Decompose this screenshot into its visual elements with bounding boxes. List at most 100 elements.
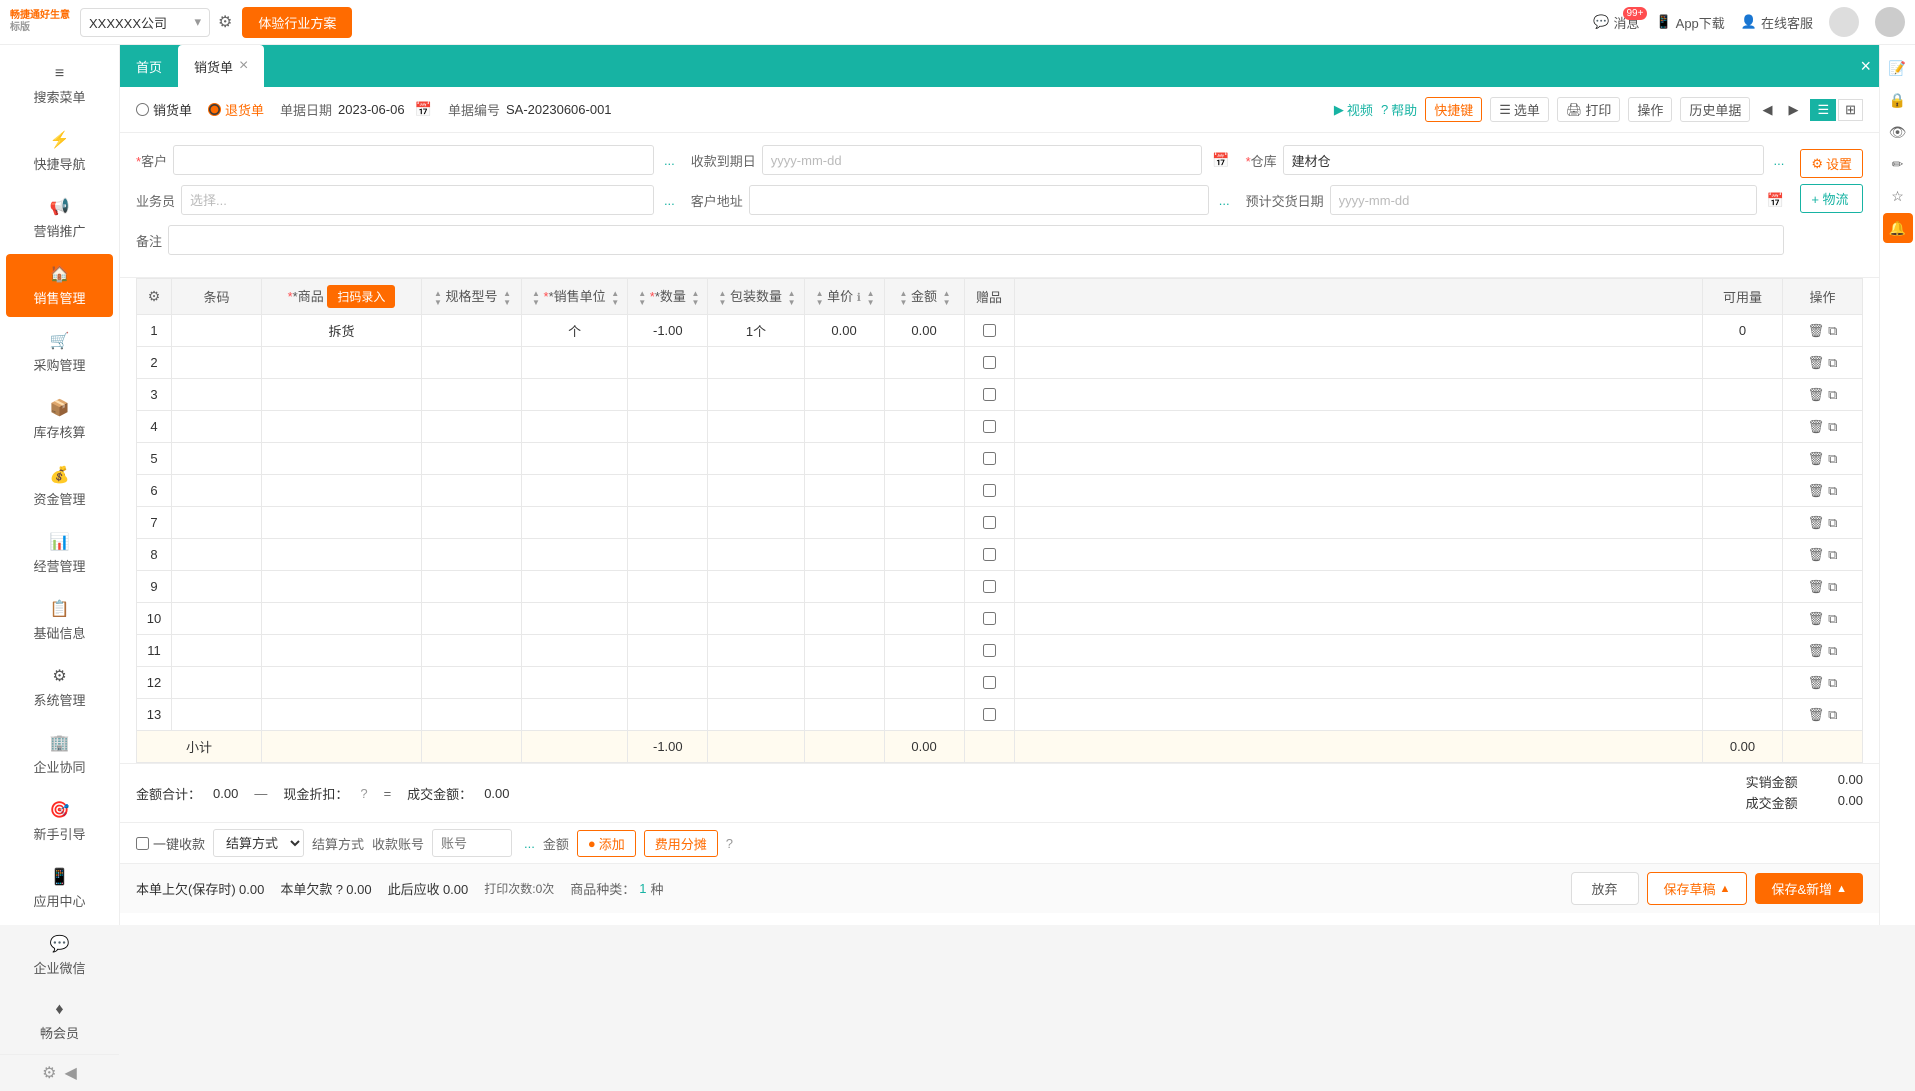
salesperson-ellipsis[interactable]: ... — [664, 193, 675, 208]
right-panel-lock-btn[interactable]: 🔒 — [1883, 85, 1913, 115]
delete-icon[interactable]: 🗑 — [1808, 419, 1825, 435]
view-grid-btn[interactable]: ⊞ — [1838, 99, 1863, 121]
calendar-icon[interactable]: 📅 — [415, 101, 432, 118]
customer-input[interactable] — [173, 145, 654, 175]
copy-icon[interactable]: ⧉ — [1828, 419, 1837, 435]
scan-btn[interactable]: 扫码录入 — [327, 285, 395, 308]
expected-date-calendar-icon[interactable]: 📅 — [1767, 192, 1784, 209]
one-click-payment-checkbox[interactable] — [136, 837, 149, 850]
delete-icon[interactable]: 🗑 — [1808, 579, 1825, 595]
account-input[interactable] — [432, 829, 512, 857]
row-barcode[interactable] — [172, 539, 262, 571]
copy-icon[interactable]: ⧉ — [1828, 707, 1837, 723]
copy-icon[interactable]: ⧉ — [1828, 579, 1837, 595]
company-select[interactable]: XXXXXX公司 ▾ — [80, 8, 210, 37]
row-price[interactable] — [804, 635, 884, 667]
row-qty[interactable] — [628, 635, 708, 667]
gift-checkbox[interactable] — [983, 324, 996, 337]
sidebar-item-sales-mgmt[interactable]: 🏠 销售管理 — [6, 254, 113, 317]
gift-checkbox[interactable] — [983, 388, 996, 401]
row-price[interactable] — [804, 539, 884, 571]
row-spec[interactable] — [422, 603, 522, 635]
sidebar-item-enterprise[interactable]: 🏢 企业协同 — [6, 723, 113, 786]
barcode-input[interactable] — [180, 483, 253, 498]
gift-checkbox[interactable] — [983, 548, 996, 561]
row-spec[interactable] — [422, 475, 522, 507]
help-link[interactable]: ? 帮助 — [1381, 100, 1417, 119]
barcode-input[interactable] — [180, 643, 253, 658]
row-price[interactable] — [804, 347, 884, 379]
one-click-payment-label[interactable]: 一键收款 — [136, 834, 205, 853]
row-gift[interactable] — [964, 443, 1014, 475]
row-spec[interactable] — [422, 411, 522, 443]
row-barcode[interactable] — [172, 411, 262, 443]
row-barcode[interactable] — [172, 699, 262, 731]
row-spec[interactable] — [422, 443, 522, 475]
customer-addr-input[interactable] — [749, 185, 1209, 215]
choose-btn[interactable]: ☰ 选单 — [1490, 97, 1549, 122]
copy-icon[interactable]: ⧉ — [1828, 355, 1837, 371]
row-barcode[interactable] — [172, 635, 262, 667]
row-spec[interactable] — [422, 315, 522, 347]
logistics-btn[interactable]: + 物流 — [1800, 184, 1863, 213]
draft-btn[interactable]: 保存草稿 ▲ — [1647, 872, 1748, 905]
row-gift[interactable] — [964, 507, 1014, 539]
row-gift[interactable] — [964, 603, 1014, 635]
row-price[interactable] — [804, 411, 884, 443]
copy-icon[interactable]: ⧉ — [1828, 451, 1837, 467]
row-qty[interactable] — [628, 699, 708, 731]
shortcut-btn[interactable]: 快捷键 — [1425, 97, 1482, 122]
sidebar-item-app-center[interactable]: 📱 应用中心 — [6, 857, 113, 920]
barcode-input[interactable] — [180, 675, 253, 690]
row-spec[interactable] — [422, 507, 522, 539]
row-qty[interactable] — [628, 347, 708, 379]
row-price[interactable]: 0.00 — [804, 315, 884, 347]
row-goods[interactable] — [262, 411, 422, 443]
radio-sales[interactable]: 销货单 — [136, 100, 192, 119]
barcode-input[interactable] — [180, 323, 253, 338]
payment-method-select[interactable]: 结算方式 — [213, 829, 304, 857]
row-price[interactable] — [804, 475, 884, 507]
expense-btn[interactable]: 费用分摊 — [644, 830, 718, 857]
barcode-input[interactable] — [180, 579, 253, 594]
expected-date-input[interactable] — [1330, 185, 1757, 215]
customer-addr-ellipsis[interactable]: ... — [1219, 193, 1230, 208]
message-btn[interactable]: 💬 消息 99+ — [1593, 13, 1639, 32]
prev-btn[interactable]: ◀ — [1758, 100, 1776, 120]
right-panel-alert-btn[interactable]: 🔔 — [1883, 213, 1913, 243]
right-panel-notes-btn[interactable]: 📝 — [1883, 53, 1913, 83]
barcode-input[interactable] — [180, 515, 253, 530]
row-goods[interactable] — [262, 635, 422, 667]
sidebar-item-capital-mgmt[interactable]: 💰 资金管理 — [6, 455, 113, 518]
delete-icon[interactable]: 🗑 — [1808, 611, 1825, 627]
sidebar-item-inventory[interactable]: 📦 库存核算 — [6, 388, 113, 451]
barcode-input[interactable] — [180, 547, 253, 562]
ops-btn[interactable]: 操作 — [1628, 97, 1672, 122]
row-spec[interactable] — [422, 699, 522, 731]
row-gift[interactable] — [964, 379, 1014, 411]
gift-checkbox[interactable] — [983, 708, 996, 721]
avatar[interactable] — [1829, 7, 1859, 37]
row-qty[interactable]: -1.00 — [628, 315, 708, 347]
barcode-input[interactable] — [180, 451, 253, 466]
row-spec[interactable] — [422, 635, 522, 667]
sidebar-item-purchase-mgmt[interactable]: 🛒 采购管理 — [6, 321, 113, 384]
delete-icon[interactable]: 🗑 — [1808, 483, 1825, 499]
row-goods[interactable] — [262, 347, 422, 379]
due-date-input[interactable] — [762, 145, 1202, 175]
sidebar-item-member[interactable]: ♦ 畅会员 — [6, 991, 113, 1052]
gift-checkbox[interactable] — [983, 484, 996, 497]
row-goods[interactable] — [262, 475, 422, 507]
row-barcode[interactable] — [172, 379, 262, 411]
sidebar-item-base-info[interactable]: 📋 基础信息 — [6, 589, 113, 652]
row-price[interactable] — [804, 571, 884, 603]
row-goods[interactable] — [262, 571, 422, 603]
right-panel-star-btn[interactable]: ☆ — [1883, 181, 1913, 211]
experience-btn[interactable]: 体验行业方案 — [242, 7, 352, 38]
app-download-btn[interactable]: 📱 App下载 — [1655, 13, 1724, 32]
barcode-input[interactable] — [180, 419, 253, 434]
row-qty[interactable] — [628, 475, 708, 507]
row-goods[interactable] — [262, 379, 422, 411]
next-btn[interactable]: ▶ — [1784, 100, 1802, 120]
delete-icon[interactable]: 🗑 — [1808, 451, 1825, 467]
